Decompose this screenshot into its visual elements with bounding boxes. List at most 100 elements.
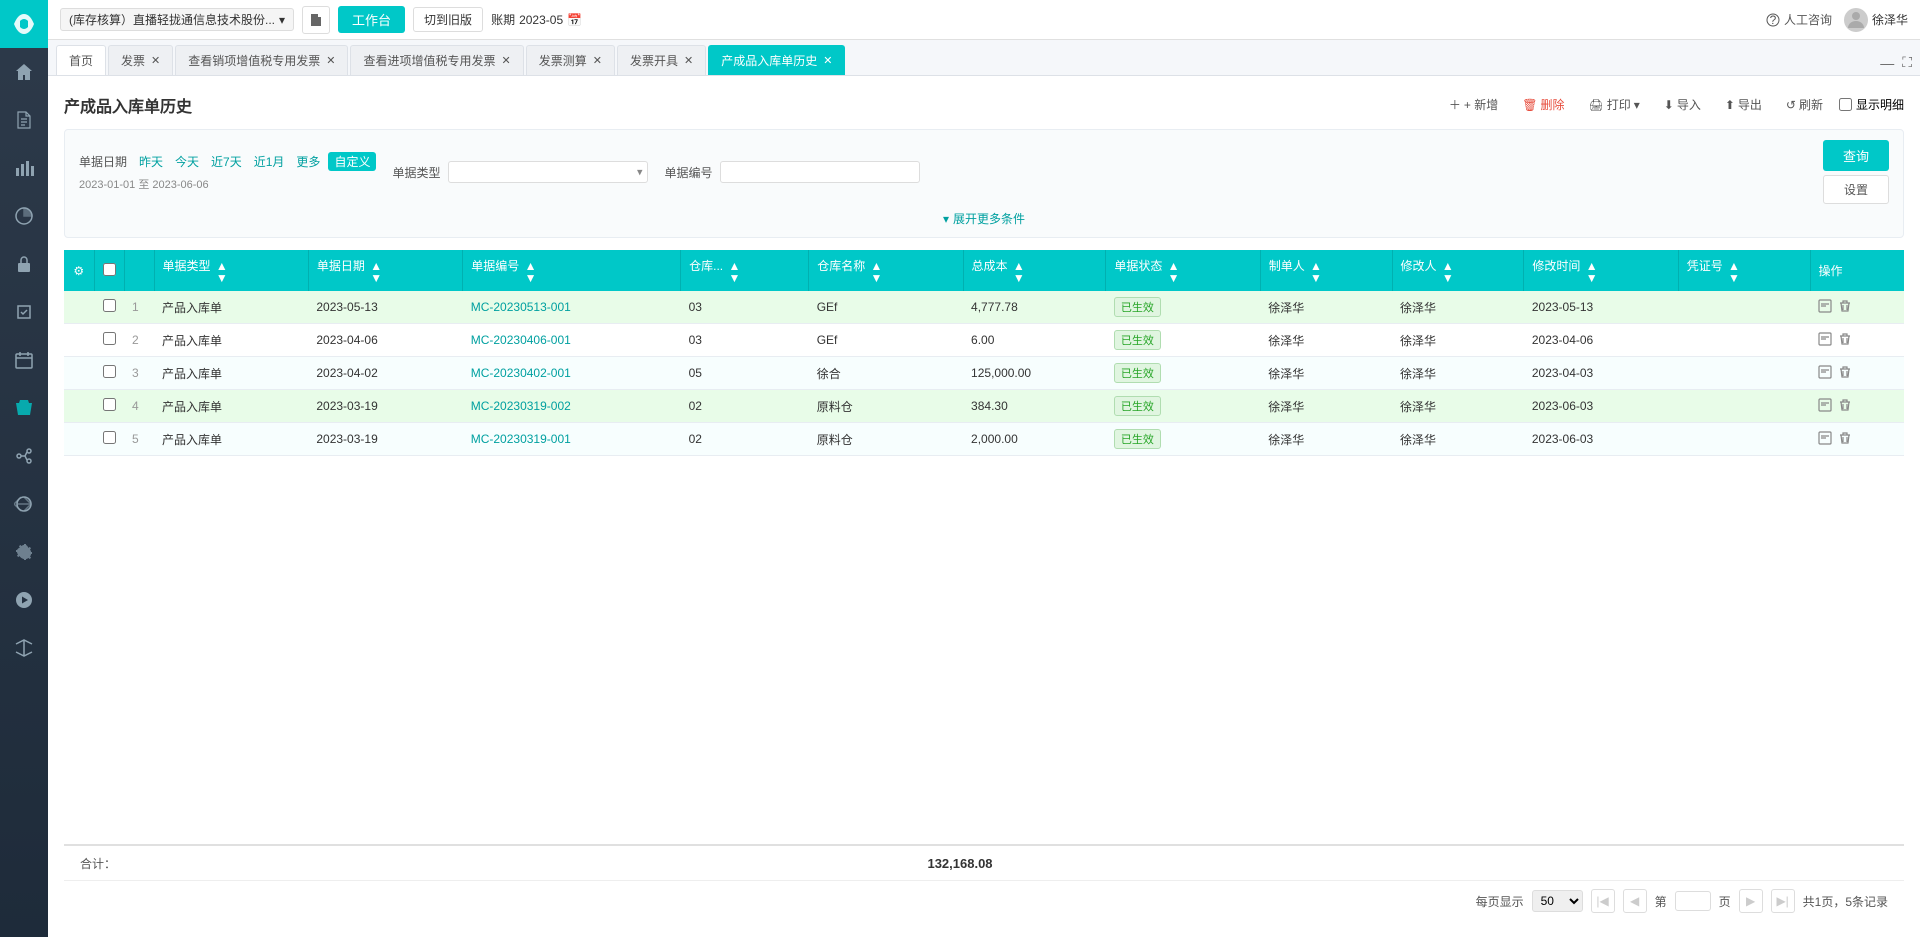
row-delete-icon[interactable] — [1838, 365, 1852, 382]
date-btn-more[interactable]: 更多 — [292, 152, 324, 171]
help-button[interactable]: ? 人工咨询 — [1766, 11, 1832, 28]
sidebar-item-inventory[interactable] — [0, 384, 48, 432]
reset-button[interactable]: 设置 — [1823, 175, 1889, 204]
workbench-button[interactable]: 工作台 — [338, 6, 405, 33]
row-edit-icon[interactable] — [1818, 365, 1832, 382]
row-delete-icon[interactable] — [1838, 299, 1852, 316]
row-edit-icon[interactable] — [1818, 299, 1832, 316]
refresh-icon: ↺ — [1786, 98, 1796, 112]
col-doc-num[interactable]: 单据编号 ▲▼ — [463, 250, 681, 291]
page-number-input[interactable]: 1 — [1675, 891, 1711, 911]
col-doc-date[interactable]: 单据日期 ▲▼ — [308, 250, 462, 291]
col-voucher-num[interactable]: 凭证号 ▲▼ — [1678, 250, 1810, 291]
sidebar-item-calendar[interactable] — [0, 336, 48, 384]
row-edit-icon[interactable] — [1818, 398, 1832, 415]
doc-icon-button[interactable] — [302, 6, 330, 34]
col-doc-type[interactable]: 单据类型 ▲▼ — [154, 250, 308, 291]
row-doc-date: 2023-05-13 — [308, 291, 462, 324]
tab-invoice-open-close[interactable]: ✕ — [684, 54, 693, 67]
show-detail-checkbox[interactable] — [1839, 98, 1852, 111]
row-delete-icon[interactable] — [1838, 398, 1852, 415]
doc-type-select[interactable]: 产品入库单 — [448, 161, 648, 183]
tab-invoice-calc-close[interactable]: ✕ — [593, 54, 602, 67]
row-checkbox[interactable] — [103, 299, 116, 312]
date-btn-yesterday[interactable]: 昨天 — [135, 152, 167, 171]
export-button[interactable]: ⬆ 导出 — [1717, 92, 1770, 117]
app-logo[interactable] — [0, 0, 48, 48]
col-doc-status[interactable]: 单据状态 ▲▼ — [1106, 250, 1260, 291]
tab-input-vat[interactable]: 查看进项增值税专用发票 ✕ — [350, 45, 523, 75]
prev-page-button[interactable]: ◀ — [1623, 889, 1647, 913]
switch-period-button[interactable]: 切到旧版 — [413, 7, 483, 32]
query-button[interactable]: 查询 — [1823, 140, 1889, 171]
row-doc-num-link[interactable]: MC-20230319-001 — [471, 432, 571, 446]
row-doc-num-link[interactable]: MC-20230406-001 — [471, 333, 571, 347]
tab-home[interactable]: 首页 — [56, 45, 106, 75]
company-selector[interactable]: (库存核算）直播轻拢通信息技术股份... ▾ — [60, 8, 294, 31]
col-total-cost[interactable]: 总成本 ▲▼ — [963, 250, 1106, 291]
tab-sales-vat[interactable]: 查看销项增值税专用发票 ✕ — [175, 45, 348, 75]
row-doc-num-link[interactable]: MC-20230513-001 — [471, 300, 571, 314]
date-btn-1month[interactable]: 近1月 — [250, 152, 289, 171]
col-modifier[interactable]: 修改人 ▲▼ — [1392, 250, 1524, 291]
sidebar-item-version[interactable] — [0, 624, 48, 672]
row-edit-icon[interactable] — [1818, 332, 1832, 349]
row-delete-icon[interactable] — [1838, 431, 1852, 448]
sidebar-item-chart[interactable] — [0, 144, 48, 192]
minimize-icon[interactable]: — — [1880, 55, 1894, 71]
row-delete-icon[interactable] — [1838, 332, 1852, 349]
sidebar-item-approval[interactable] — [0, 288, 48, 336]
sidebar-item-api[interactable] — [0, 480, 48, 528]
show-detail-toggle[interactable]: 显示明细 — [1839, 96, 1904, 113]
last-page-button[interactable]: ▶| — [1771, 889, 1795, 913]
row-warehouse-code: 02 — [681, 423, 809, 456]
data-table: ⚙ 单据类型 ▲▼ 单据日期 ▲▼ 单据编号 ▲▼ 仓库... ▲▼ 仓库名称 … — [64, 250, 1904, 456]
date-btn-custom[interactable]: 自定义 — [328, 152, 376, 171]
sidebar-item-workflow[interactable] — [0, 432, 48, 480]
delete-label: 删除 — [1540, 96, 1564, 113]
doc-num-input[interactable] — [720, 161, 920, 183]
row-checkbox[interactable] — [103, 365, 116, 378]
tab-invoice-open[interactable]: 发票开具 ✕ — [617, 45, 706, 75]
sidebar-item-media[interactable] — [0, 576, 48, 624]
tab-input-vat-close[interactable]: ✕ — [502, 54, 511, 67]
tab-product-instock-close[interactable]: ✕ — [823, 54, 832, 67]
per-page-select[interactable]: 10 20 50 100 — [1532, 890, 1583, 912]
col-modify-time[interactable]: 修改时间 ▲▼ — [1524, 250, 1678, 291]
date-btn-today[interactable]: 今天 — [171, 152, 203, 171]
row-edit-icon[interactable] — [1818, 431, 1832, 448]
row-doc-num-link[interactable]: MC-20230402-001 — [471, 366, 571, 380]
refresh-button[interactable]: ↺ 刷新 — [1778, 92, 1831, 117]
delete-button[interactable]: 🗑 删除 — [1514, 92, 1572, 117]
maximize-icon[interactable]: ⛶ — [1902, 54, 1912, 71]
row-doc-num-link[interactable]: MC-20230319-002 — [471, 399, 571, 413]
row-checkbox[interactable] — [103, 431, 116, 444]
sidebar-item-analytics[interactable] — [0, 192, 48, 240]
row-checkbox[interactable] — [103, 332, 116, 345]
tab-product-instock[interactable]: 产成品入库单历史 ✕ — [708, 45, 845, 75]
select-all-checkbox[interactable] — [103, 263, 116, 276]
tab-invoice-close[interactable]: ✕ — [151, 54, 160, 67]
col-warehouse-name[interactable]: 仓库名称 ▲▼ — [809, 250, 963, 291]
sidebar-item-home[interactable] — [0, 48, 48, 96]
sidebar-item-settings[interactable] — [0, 528, 48, 576]
tab-invoice-calc[interactable]: 发票测算 ✕ — [526, 45, 615, 75]
col-warehouse-code[interactable]: 仓库... ▲▼ — [681, 250, 809, 291]
row-checkbox[interactable] — [103, 398, 116, 411]
import-button[interactable]: ⬇ 导入 — [1656, 92, 1709, 117]
col-settings[interactable]: ⚙ — [64, 250, 94, 291]
col-creator[interactable]: 制单人 ▲▼ — [1260, 250, 1392, 291]
tab-sales-vat-close[interactable]: ✕ — [326, 54, 335, 67]
sidebar-item-document[interactable] — [0, 96, 48, 144]
print-button[interactable]: 🖨 打印 ▾ — [1580, 92, 1647, 117]
sidebar-item-lock[interactable] — [0, 240, 48, 288]
user-menu[interactable]: 徐泽华 — [1844, 8, 1908, 32]
date-btn-7days[interactable]: 近7天 — [207, 152, 246, 171]
new-button[interactable]: ＋ + 新增 — [1441, 92, 1506, 117]
calendar-icon[interactable]: 📅 — [567, 13, 582, 27]
expand-button[interactable]: ▾ 展开更多条件 — [943, 210, 1025, 227]
first-page-button[interactable]: |◀ — [1591, 889, 1615, 913]
row-doc-num: MC-20230319-001 — [463, 423, 681, 456]
next-page-button[interactable]: ▶ — [1739, 889, 1763, 913]
tab-invoice[interactable]: 发票 ✕ — [108, 45, 173, 75]
